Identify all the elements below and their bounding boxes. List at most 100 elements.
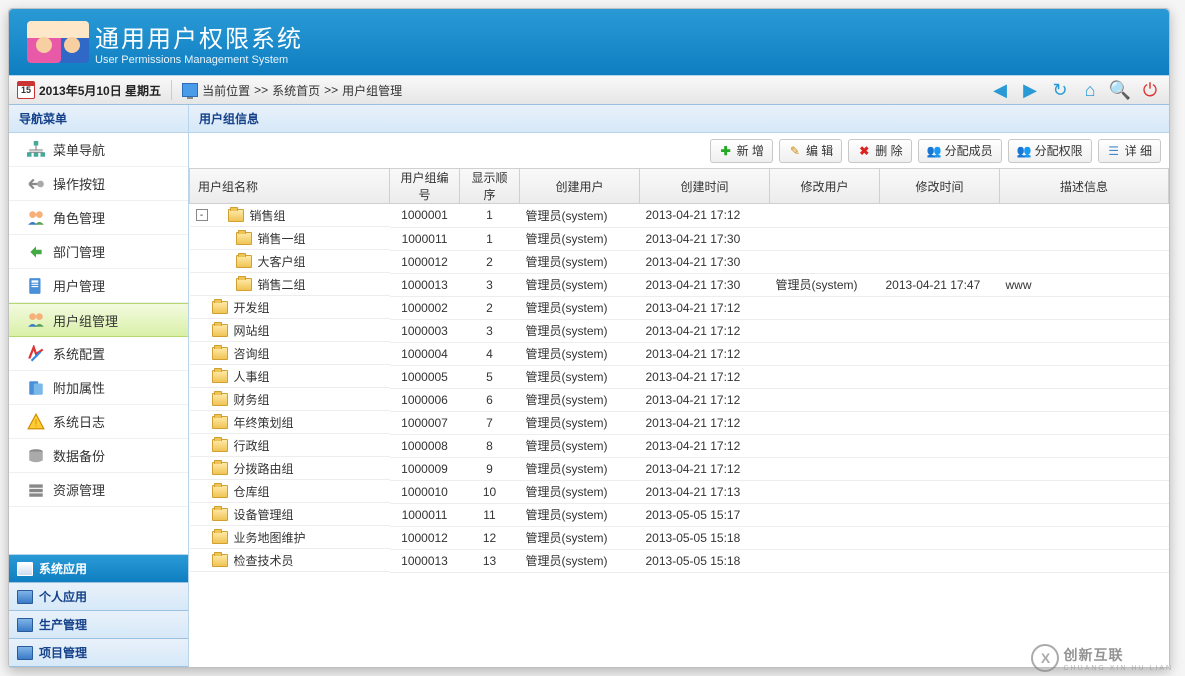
table-row[interactable]: 销售一组10000111管理员(system)2013-04-21 17:30 [190, 227, 1169, 250]
nav-label: 角色管理 [53, 208, 105, 227]
sidebar-item-3[interactable]: 部门管理 [9, 235, 188, 269]
date-text: 2013年5月10日 星期五 [39, 82, 161, 99]
col-desc[interactable]: 描述信息 [1000, 169, 1169, 204]
col-modifier[interactable]: 修改用户 [770, 169, 880, 204]
cell-order: 3 [460, 273, 520, 296]
col-order[interactable]: 显示顺序 [460, 169, 520, 204]
table-row[interactable]: 开发组10000022管理员(system)2013-04-21 17:12 [190, 296, 1169, 319]
col-code[interactable]: 用户组编号 [390, 169, 460, 204]
col-creator[interactable]: 创建用户 [520, 169, 640, 204]
power-icon[interactable]: ⏻ [1139, 79, 1161, 101]
accordion-panel-0[interactable]: 系统应用 [9, 555, 188, 583]
folder-icon [212, 462, 228, 475]
cell-creator: 管理员(system) [520, 296, 640, 319]
table-row[interactable]: 分拨路由组10000099管理员(system)2013-04-21 17:12 [190, 457, 1169, 480]
cell-modifier: 管理员(system) [770, 273, 880, 296]
nav-label: 系统配置 [53, 344, 105, 363]
assign-perm-button[interactable]: 👥分配权限 [1008, 139, 1092, 163]
table-row[interactable]: 人事组10000055管理员(system)2013-04-21 17:12 [190, 365, 1169, 388]
sidebar-item-2[interactable]: 角色管理 [9, 201, 188, 235]
nav-icon [27, 311, 45, 329]
search-icon[interactable]: 🔍 [1109, 79, 1131, 101]
table-row[interactable]: 网站组10000033管理员(system)2013-04-21 17:12 [190, 319, 1169, 342]
cell-modifier [770, 365, 880, 388]
delete-button[interactable]: ✖删 除 [848, 139, 911, 163]
sidebar-title: 导航菜单 [9, 105, 188, 133]
table-row[interactable]: 年终策划组10000077管理员(system)2013-04-21 17:12 [190, 411, 1169, 434]
folder-icon [236, 232, 252, 245]
sidebar-item-1[interactable]: 操作按钮 [9, 167, 188, 201]
home-icon[interactable]: ⌂ [1079, 79, 1101, 101]
nav-label: 用户管理 [53, 276, 105, 295]
row-name: 咨询组 [234, 345, 270, 362]
cell-order: 9 [460, 457, 520, 480]
sidebar-item-6[interactable]: 系统配置 [9, 337, 188, 371]
main-content: 用户组信息 ✚新 增 ✎编 辑 ✖删 除 👥分配成员 👥分配权限 ☰详 细 用户… [189, 105, 1169, 667]
sidebar-item-5[interactable]: 用户组管理 [9, 303, 188, 337]
nav-label: 操作按钮 [53, 174, 105, 193]
row-name: 销售二组 [258, 276, 306, 293]
cell-modifier [770, 342, 880, 365]
cell-order: 4 [460, 342, 520, 365]
row-name: 分拨路由组 [234, 460, 294, 477]
cell-code: 1000008 [390, 434, 460, 457]
expand-icon[interactable]: - [196, 209, 208, 221]
nav-icon [27, 345, 45, 363]
col-name[interactable]: 用户组名称 [190, 169, 390, 204]
cell-created: 2013-04-21 17:13 [640, 480, 770, 503]
sidebar-item-7[interactable]: 附加属性 [9, 371, 188, 405]
folder-icon [228, 209, 244, 222]
cell-modifier [770, 457, 880, 480]
table-row[interactable]: 财务组10000066管理员(system)2013-04-21 17:12 [190, 388, 1169, 411]
sidebar-item-8[interactable]: !系统日志 [9, 405, 188, 439]
table-row[interactable]: 咨询组10000044管理员(system)2013-04-21 17:12 [190, 342, 1169, 365]
cell-modifier [770, 480, 880, 503]
nav-label: 系统日志 [53, 412, 105, 431]
table-row[interactable]: 业务地图维护100001212管理员(system)2013-05-05 15:… [190, 526, 1169, 549]
edit-button[interactable]: ✎编 辑 [779, 139, 842, 163]
cell-desc [1000, 457, 1169, 480]
app-title: 通用用户权限系统 [95, 19, 303, 54]
top-toolbar: 15 2013年5月10日 星期五 当前位置 >> 系统首页 >> 用户组管理 … [9, 75, 1169, 105]
detail-button[interactable]: ☰详 细 [1098, 139, 1161, 163]
row-name: 大客户组 [258, 253, 306, 270]
cell-code: 1000012 [390, 250, 460, 273]
table-row[interactable]: 检查技术员100001313管理员(system)2013-05-05 15:1… [190, 549, 1169, 572]
cell-order: 1 [460, 227, 520, 250]
sidebar-item-0[interactable]: 菜单导航 [9, 133, 188, 167]
refresh-icon[interactable]: ↻ [1049, 79, 1071, 101]
back-icon[interactable]: ◀ [989, 79, 1011, 101]
forward-icon[interactable]: ▶ [1019, 79, 1041, 101]
cell-created: 2013-05-05 15:18 [640, 526, 770, 549]
row-name: 检查技术员 [234, 552, 294, 569]
nav-label: 附加属性 [53, 378, 105, 397]
sidebar-item-4[interactable]: 用户管理 [9, 269, 188, 303]
col-modified[interactable]: 修改时间 [880, 169, 1000, 204]
accordion-panel-3[interactable]: 项目管理 [9, 639, 188, 667]
cell-modifier [770, 526, 880, 549]
cell-order: 13 [460, 549, 520, 572]
sidebar-item-10[interactable]: 资源管理 [9, 473, 188, 507]
add-button[interactable]: ✚新 增 [710, 139, 773, 163]
accordion-panel-2[interactable]: 生产管理 [9, 611, 188, 639]
col-created[interactable]: 创建时间 [640, 169, 770, 204]
table-row[interactable]: -销售组10000011管理员(system)2013-04-21 17:12 [190, 204, 1169, 228]
breadcrumb-home[interactable]: 系统首页 [272, 82, 320, 99]
cell-order: 3 [460, 319, 520, 342]
assign-member-button[interactable]: 👥分配成员 [918, 139, 1002, 163]
nav-icon [27, 243, 45, 261]
nav-icon [27, 141, 45, 159]
breadcrumb: 当前位置 >> 系统首页 >> 用户组管理 [182, 82, 402, 99]
sidebar-item-9[interactable]: 数据备份 [9, 439, 188, 473]
cell-order: 6 [460, 388, 520, 411]
table-row[interactable]: 设备管理组100001111管理员(system)2013-05-05 15:1… [190, 503, 1169, 526]
nav-label: 数据备份 [53, 446, 105, 465]
accordion-panel-1[interactable]: 个人应用 [9, 583, 188, 611]
cell-created: 2013-04-21 17:12 [640, 319, 770, 342]
nav-label: 资源管理 [53, 480, 105, 499]
table-row[interactable]: 大客户组10000122管理员(system)2013-04-21 17:30 [190, 250, 1169, 273]
table-row[interactable]: 仓库组100001010管理员(system)2013-04-21 17:13 [190, 480, 1169, 503]
add-icon: ✚ [719, 144, 733, 158]
table-row[interactable]: 销售二组10000133管理员(system)2013-04-21 17:30管… [190, 273, 1169, 296]
table-row[interactable]: 行政组10000088管理员(system)2013-04-21 17:12 [190, 434, 1169, 457]
